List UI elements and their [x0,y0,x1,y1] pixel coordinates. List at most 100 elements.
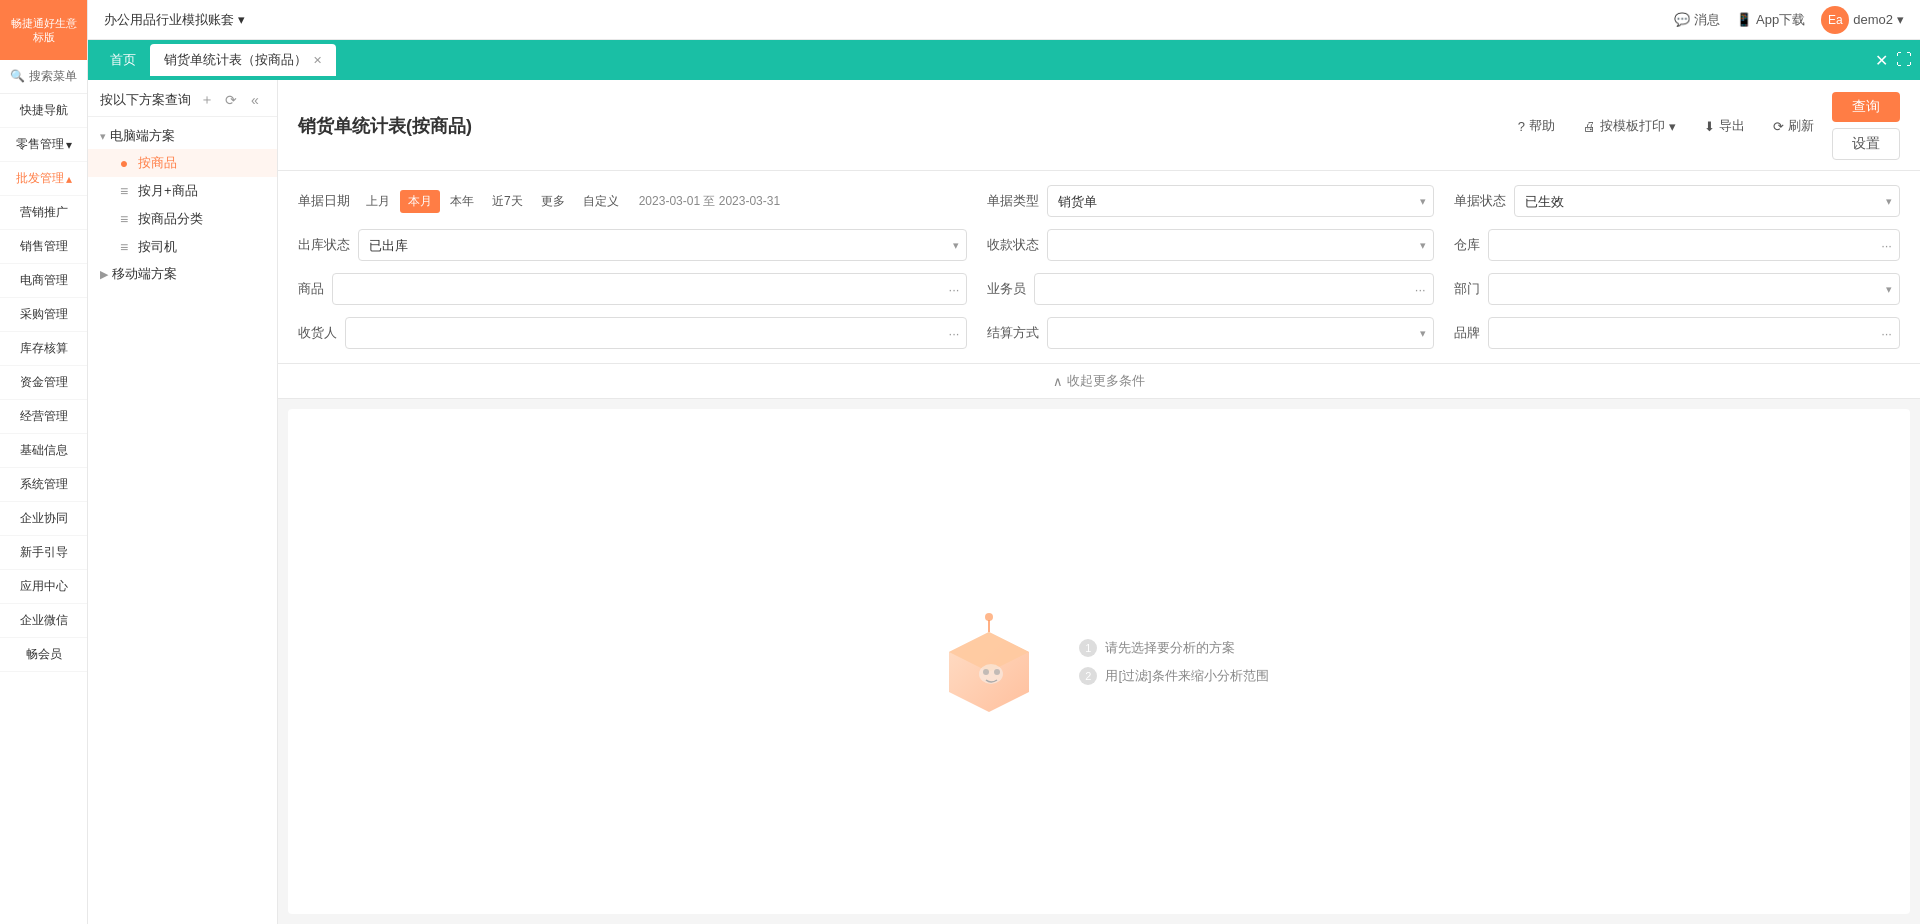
recipient-input[interactable] [345,317,967,349]
sidebar-item-wechat[interactable]: 企业微信 [0,604,87,638]
refresh-scheme-btn[interactable]: ⟳ [221,90,241,110]
sidebar-item-purchase[interactable]: 采购管理 [0,298,87,332]
sidebar-item-apps[interactable]: 应用中心 [0,570,87,604]
tree-parent-desktop[interactable]: ▾ 电脑端方案 [88,123,277,149]
print-btn[interactable]: 🖨 按模板打印 ▾ [1575,113,1684,139]
empty-state: 1 请先选择要分析的方案 2 用[过滤]条件来缩小分析范围 [288,409,1910,914]
content-wrapper: 按以下方案查询 ＋ ⟳ « ▾ 电脑端方案 ● 按商品 ≡ [88,80,1920,924]
doctype-select[interactable]: 销货单 [1047,185,1433,217]
tree-child-by-cashier[interactable]: ≡ 按司机 [88,233,277,261]
tab-sales-stat[interactable]: 销货单统计表（按商品） ✕ [150,44,336,76]
warehouse-input[interactable] [1488,229,1900,261]
tree-child-by-category[interactable]: ≡ 按商品分类 [88,205,277,233]
step-num-1: 1 [1079,639,1097,657]
docstatus-control: 已生效 ▾ [1514,185,1900,217]
tree-child-label: 按司机 [138,238,177,256]
filter-row-4: 收货人 ··· 结算方式 ▾ [298,317,1900,349]
tab-maximize-icon[interactable]: ⛶ [1896,51,1912,69]
left-panel-icons: ＋ ⟳ « [197,90,265,110]
receiptstatus-select[interactable] [1047,229,1433,261]
sidebar-item-system[interactable]: 系统管理 [0,468,87,502]
dropdown-icon: ▾ [238,12,245,27]
sidebar-item-basic[interactable]: 基础信息 [0,434,87,468]
tab-home[interactable]: 首页 [96,44,150,76]
export-label: 导出 [1719,117,1745,135]
search-menu[interactable]: 🔍 搜索菜单 [0,60,87,94]
tree-parent-mobile[interactable]: ▶ 移动端方案 [88,261,277,287]
tree-child-label: 按月+商品 [138,182,198,200]
refresh-btn[interactable]: ⟳ 刷新 [1765,113,1822,139]
industry-selector[interactable]: 办公用品行业模拟账套 ▾ [104,11,245,29]
tree-child-by-product[interactable]: ● 按商品 [88,149,277,177]
collapse-panel-btn[interactable]: « [245,90,265,110]
date-tab-more[interactable]: 更多 [533,190,573,213]
collapse-label: 收起更多条件 [1067,372,1145,390]
date-tab-7days[interactable]: 近7天 [484,190,531,213]
app-download-btn[interactable]: 📱 App下载 [1736,11,1805,29]
user-menu[interactable]: Ea demo2 ▾ [1821,6,1904,34]
docstatus-select[interactable]: 已生效 [1514,185,1900,217]
sidebar-item-ecommerce[interactable]: 电商管理 [0,264,87,298]
outstatus-select[interactable]: 已出库 [358,229,967,261]
svg-point-4 [994,669,1000,675]
tab-close-icon[interactable]: ✕ [313,54,322,67]
help-icon: ? [1518,119,1525,134]
filter-date-field: 单据日期 上月 本月 本年 近7天 更多 自定义 2023-03-01 至 20… [298,190,967,213]
payment-select[interactable] [1047,317,1433,349]
add-scheme-btn[interactable]: ＋ [197,90,217,110]
sidebar-item-retail[interactable]: 零售管理 ▾ [0,128,87,162]
help-btn[interactable]: ? 帮助 [1510,113,1563,139]
date-tab-last-month[interactable]: 上月 [358,190,398,213]
filter-warehouse-field: 仓库 ··· [1454,229,1900,261]
sidebar-item-guide[interactable]: 新手引导 [0,536,87,570]
query-button[interactable]: 查询 [1832,92,1900,122]
sidebar-item-member[interactable]: 畅会员 [0,638,87,672]
user-chevron: ▾ [1897,12,1904,27]
download-icon: 📱 [1736,12,1752,27]
export-btn[interactable]: ⬇ 导出 [1696,113,1753,139]
date-tab-custom[interactable]: 自定义 [575,190,627,213]
sidebar-logo: 畅捷通好生意 标版 [0,0,87,60]
filter-row-1: 单据日期 上月 本月 本年 近7天 更多 自定义 2023-03-01 至 20… [298,185,1900,217]
docstatus-label: 单据状态 [1454,192,1506,210]
sidebar-item-wholesale[interactable]: 批发管理 ▴ [0,162,87,196]
svg-point-3 [983,669,989,675]
sidebar-quick-nav[interactable]: 快捷导航 [0,94,87,128]
sidebar-item-corp[interactable]: 企业协同 [0,502,87,536]
sidebar-item-marketing[interactable]: 营销推广 [0,196,87,230]
doctype-label: 单据类型 [987,192,1039,210]
sidebar-item-sales[interactable]: 销售管理 [0,230,87,264]
date-tab-this-year[interactable]: 本年 [442,190,482,213]
refresh-label: 刷新 [1788,117,1814,135]
settings-button[interactable]: 设置 [1832,128,1900,160]
export-icon: ⬇ [1704,119,1715,134]
warehouse-label: 仓库 [1454,236,1480,254]
logo-subtext: 标版 [33,30,55,44]
salesman-input[interactable] [1034,273,1433,305]
tab-close-window-icon[interactable]: ✕ [1875,51,1888,70]
department-select[interactable] [1488,273,1900,305]
message-label: 消息 [1694,11,1720,29]
brand-control: ··· [1488,317,1900,349]
avatar: Ea [1821,6,1849,34]
sidebar-item-inventory[interactable]: 库存核算 [0,332,87,366]
payment-label: 结算方式 [987,324,1039,342]
svg-point-6 [985,613,993,621]
brand-label: 品牌 [1454,324,1480,342]
doctype-control: 销货单 ▾ [1047,185,1433,217]
tree-child-by-month-product[interactable]: ≡ 按月+商品 [88,177,277,205]
sidebar-item-business[interactable]: 经营管理 [0,400,87,434]
product-control: ··· [332,273,967,305]
product-input[interactable] [332,273,967,305]
collapse-bar: ∧ 收起更多条件 [278,364,1920,399]
step-num-2: 2 [1079,667,1097,685]
tabbar-right: ✕ ⛶ [1875,51,1912,70]
date-tab-this-month[interactable]: 本月 [400,190,440,213]
query-btn-group: 查询 设置 [1832,92,1900,160]
sidebar-item-finance[interactable]: 资金管理 [0,366,87,400]
message-btn[interactable]: 💬 消息 [1674,11,1720,29]
print-icon: 🖨 [1583,119,1596,134]
filter-area: 单据日期 上月 本月 本年 近7天 更多 自定义 2023-03-01 至 20… [278,171,1920,364]
brand-input[interactable] [1488,317,1900,349]
collapse-button[interactable]: ∧ 收起更多条件 [1053,372,1145,390]
